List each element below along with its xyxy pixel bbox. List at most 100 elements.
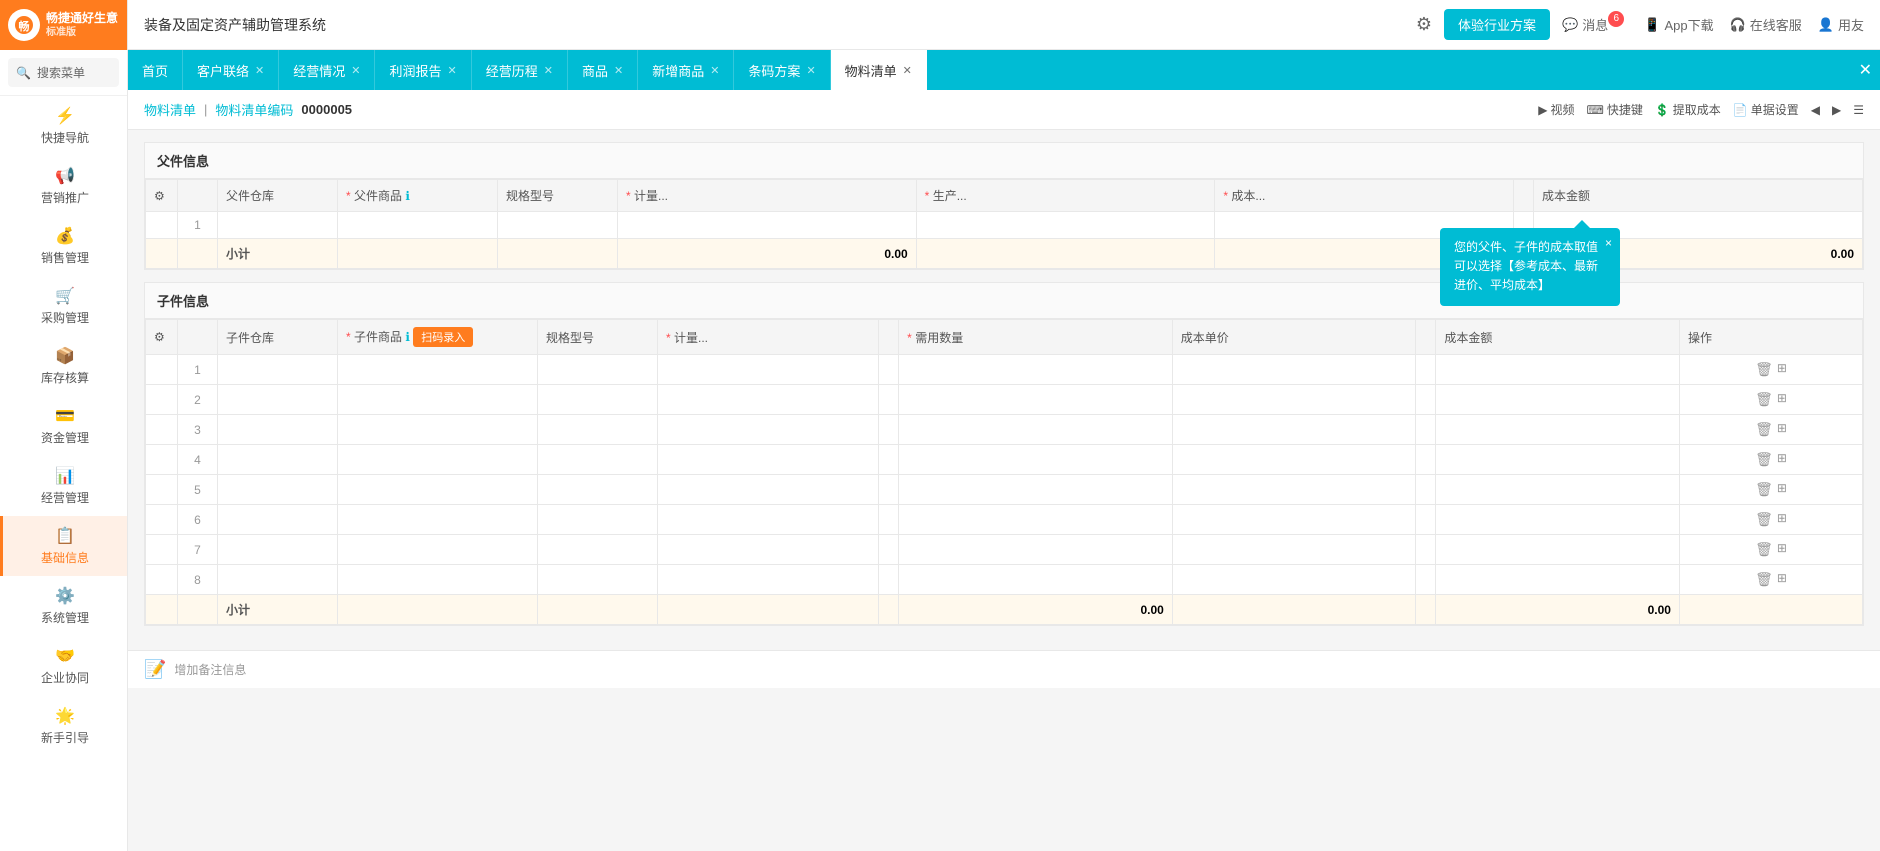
sidebar-item-sales[interactable]: 💰 销售管理 [0,216,127,276]
sidebar-item-guide[interactable]: 🌟 新手引导 [0,696,127,756]
child-row-goods[interactable] [338,535,538,565]
extract-cost-button[interactable]: 💲 提取成本 [1655,101,1721,118]
delete-row-icon[interactable]: 🗑 [1755,481,1773,498]
child-row-unit[interactable] [658,535,879,565]
child-row-spec[interactable] [538,475,658,505]
tab-bom[interactable]: 物料清单 ✕ [831,50,927,90]
nav-prev-button[interactable]: ◀ [1811,103,1820,117]
child-row-spec[interactable] [538,565,658,595]
tab-close-bom[interactable]: ✕ [903,64,912,77]
user-button[interactable]: 👤 用友 [1818,15,1864,34]
tab-close-barcode[interactable]: ✕ [806,64,815,77]
child-row-spec[interactable] [538,505,658,535]
child-row-unit[interactable] [658,475,879,505]
tab-close-operation-history[interactable]: ✕ [544,64,553,77]
tab-customer[interactable]: 客户联络 ✕ [183,50,279,90]
child-row-warehouse[interactable] [218,385,338,415]
child-row-spec[interactable] [538,445,658,475]
delete-row-icon[interactable]: 🗑 [1755,451,1773,468]
child-row-unit-price[interactable] [1172,565,1416,595]
app-download-button[interactable]: 📱 App下载 [1644,15,1713,34]
child-row-warehouse[interactable] [218,565,338,595]
single-settings-button[interactable]: 📄 单据设置 [1733,101,1799,118]
tab-close-operation-status[interactable]: ✕ [351,64,360,77]
tab-close-customer[interactable]: ✕ [255,64,264,77]
child-row-quantity[interactable] [899,415,1173,445]
child-row-unit[interactable] [658,445,879,475]
nav-next-button[interactable]: ▶ [1832,103,1841,117]
child-row-goods[interactable] [338,415,538,445]
sidebar-item-finance[interactable]: 💳 资金管理 [0,396,127,456]
copy-row-icon[interactable]: ⊞ [1777,421,1787,438]
delete-row-icon[interactable]: 🗑 [1755,511,1773,528]
child-row-unit-price[interactable] [1172,445,1416,475]
child-row-unit-price[interactable] [1172,385,1416,415]
message-button[interactable]: 💬 消息 6 [1562,15,1628,34]
parent-row-spec[interactable] [498,212,618,239]
child-row-goods[interactable] [338,385,538,415]
delete-row-icon[interactable]: 🗑 [1755,361,1773,378]
child-row-unit-price[interactable] [1172,415,1416,445]
tab-close-add-goods[interactable]: ✕ [710,64,719,77]
parent-row-goods[interactable] [338,212,498,239]
tab-profit-report[interactable]: 利润报告 ✕ [375,50,471,90]
parent-row-production[interactable] [916,212,1215,239]
sidebar-item-inventory[interactable]: 📦 库存核算 [0,336,127,396]
child-row-spec[interactable] [538,355,658,385]
child-row-goods[interactable] [338,505,538,535]
copy-row-icon[interactable]: ⊞ [1777,571,1787,588]
online-service-button[interactable]: 🎧 在线客服 [1730,15,1802,34]
search-menu-button[interactable]: 🔍 搜索菜单 [8,58,119,87]
child-row-unit-price[interactable] [1172,475,1416,505]
breadcrumb-bom[interactable]: 物料清单 [144,100,196,119]
child-row-unit-price[interactable] [1172,355,1416,385]
delete-row-icon[interactable]: 🗑 [1755,571,1773,588]
child-row-quantity[interactable] [899,505,1173,535]
sidebar-item-quick-nav[interactable]: ⚡ 快捷导航 [0,96,127,156]
child-row-unit-price[interactable] [1172,535,1416,565]
child-row-warehouse[interactable] [218,445,338,475]
child-row-spec[interactable] [538,535,658,565]
child-row-spec[interactable] [538,415,658,445]
scan-input-button[interactable]: 扫码录入 [413,327,473,347]
view-video-button[interactable]: ▶ 视频 [1538,101,1574,118]
child-row-quantity[interactable] [899,385,1173,415]
copy-row-icon[interactable]: ⊞ [1777,481,1787,498]
copy-row-icon[interactable]: ⊞ [1777,361,1787,378]
tab-goods[interactable]: 商品 ✕ [568,50,638,90]
child-row-goods[interactable] [338,355,538,385]
sidebar-item-marketing[interactable]: 📢 营销推广 [0,156,127,216]
close-all-tabs-button[interactable]: ✕ [1859,60,1872,80]
parent-row-unit[interactable] [618,212,917,239]
tab-close-goods[interactable]: ✕ [614,64,623,77]
child-row-quantity[interactable] [899,565,1173,595]
shortcut-button[interactable]: ⌨ 快捷键 [1586,101,1642,118]
tab-add-goods[interactable]: 新增商品 ✕ [638,50,734,90]
delete-row-icon[interactable]: 🗑 [1755,421,1773,438]
trial-button[interactable]: 体验行业方案 [1444,9,1550,40]
sidebar-item-basic[interactable]: 📋 基础信息 [0,516,127,576]
tab-barcode[interactable]: 条码方案 ✕ [734,50,830,90]
sidebar-item-operation[interactable]: 📊 经营管理 [0,456,127,516]
child-row-unit[interactable] [658,565,879,595]
delete-row-icon[interactable]: 🗑 [1755,391,1773,408]
menu-button[interactable]: ☰ [1853,103,1864,117]
tab-close-profit-report[interactable]: ✕ [448,64,457,77]
delete-row-icon[interactable]: 🗑 [1755,541,1773,558]
child-row-unit[interactable] [658,355,879,385]
child-row-unit-price[interactable] [1172,505,1416,535]
child-row-warehouse[interactable] [218,415,338,445]
tab-operation-status[interactable]: 经营情况 ✕ [279,50,375,90]
child-row-goods[interactable] [338,445,538,475]
tab-operation-history[interactable]: 经营历程 ✕ [472,50,568,90]
tab-home[interactable]: 首页 [128,50,183,90]
child-row-unit[interactable] [658,505,879,535]
copy-row-icon[interactable]: ⊞ [1777,391,1787,408]
child-row-goods[interactable] [338,475,538,505]
tooltip-close-button[interactable]: × [1605,234,1612,253]
child-row-unit[interactable] [658,415,879,445]
child-row-warehouse[interactable] [218,505,338,535]
child-row-quantity[interactable] [899,355,1173,385]
bottom-bar-hint[interactable]: 增加备注信息 [174,661,246,678]
sidebar-item-system[interactable]: ⚙️ 系统管理 [0,576,127,636]
